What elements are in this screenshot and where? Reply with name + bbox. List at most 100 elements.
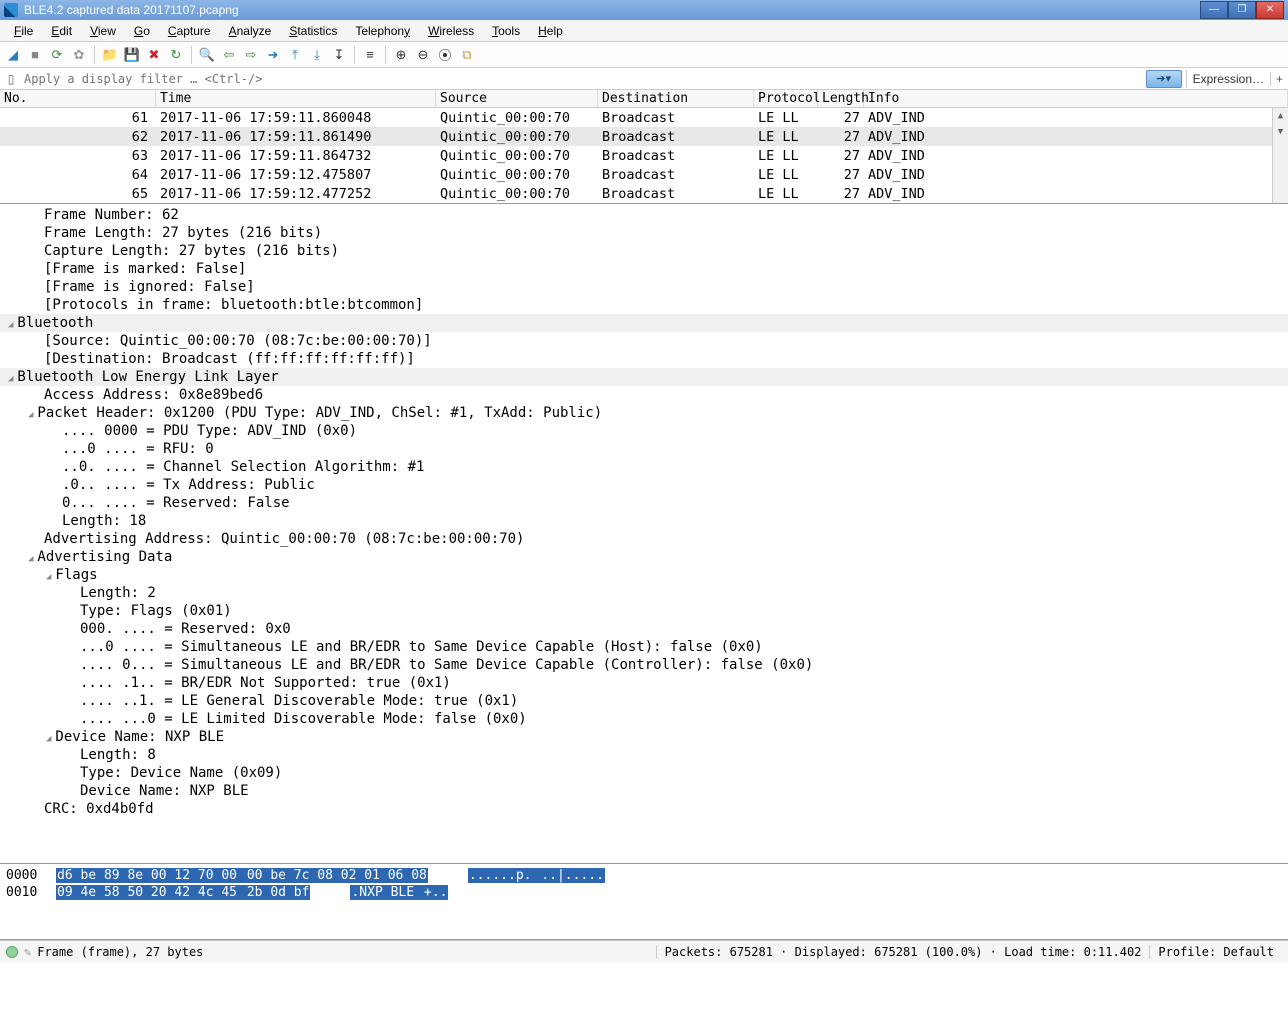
- detail-line[interactable]: .... 0... = Simultaneous LE and BR/EDR t…: [0, 656, 1288, 674]
- bookmark-icon[interactable]: ▯: [2, 70, 20, 88]
- packet-row[interactable]: 612017-11-06 17:59:11.860048Quintic_00:0…: [0, 108, 1288, 127]
- hex-row[interactable]: 0010 09 4e 58 50 20 42 4c 45 2b 0d bf .N…: [6, 885, 1282, 902]
- detail-line[interactable]: Length: 18: [0, 512, 1288, 530]
- detail-line[interactable]: [Destination: Broadcast (ff:ff:ff:ff:ff:…: [0, 350, 1288, 368]
- hex-bytes[interactable]: 2b 0d bf: [246, 885, 311, 900]
- scrollbar[interactable]: ▲ ▼: [1272, 108, 1288, 203]
- minimize-button[interactable]: —: [1200, 1, 1228, 19]
- detail-line[interactable]: .... ...0 = LE Limited Discoverable Mode…: [0, 710, 1288, 728]
- close-file-icon[interactable]: ✖: [145, 46, 163, 64]
- menu-analyze[interactable]: Analyze: [221, 22, 280, 40]
- col-destination[interactable]: Destination: [598, 90, 754, 107]
- menu-view[interactable]: View: [82, 22, 124, 40]
- detail-line[interactable]: Capture Length: 27 bytes (216 bits): [0, 242, 1288, 260]
- jump-icon[interactable]: ➜: [264, 46, 282, 64]
- detail-line[interactable]: Length: 8: [0, 746, 1288, 764]
- packet-details[interactable]: Frame Number: 62 Frame Length: 27 bytes …: [0, 204, 1288, 864]
- detail-line[interactable]: Access Address: 0x8e89bed6: [0, 386, 1288, 404]
- status-profile[interactable]: Profile: Default: [1149, 945, 1282, 959]
- hex-pane[interactable]: 0000 d6 be 89 8e 00 12 70 00 00 be 7c 08…: [0, 864, 1288, 940]
- menu-wireless[interactable]: Wireless: [420, 22, 482, 40]
- expand-icon[interactable]: [28, 405, 37, 421]
- zoom-in-icon[interactable]: ⊕: [392, 46, 410, 64]
- detail-line[interactable]: .... 0000 = PDU Type: ADV_IND (0x0): [0, 422, 1288, 440]
- expand-icon[interactable]: [8, 315, 17, 331]
- colorize-icon[interactable]: ≡: [361, 46, 379, 64]
- menu-file[interactable]: File: [6, 22, 41, 40]
- find-icon[interactable]: 🔍: [198, 46, 216, 64]
- apply-filter-button[interactable]: ➔▾: [1146, 70, 1182, 88]
- detail-line[interactable]: Advertising Data: [0, 548, 1288, 566]
- edit-icon[interactable]: ✎: [24, 945, 31, 959]
- scroll-up-icon[interactable]: ▲: [1273, 108, 1288, 124]
- detail-line[interactable]: [Frame is ignored: False]: [0, 278, 1288, 296]
- detail-line[interactable]: Flags: [0, 566, 1288, 584]
- detail-line[interactable]: .0.. .... = Tx Address: Public: [0, 476, 1288, 494]
- packet-row[interactable]: 642017-11-06 17:59:12.475807Quintic_00:0…: [0, 165, 1288, 184]
- stop-capture-icon[interactable]: ■: [26, 46, 44, 64]
- reload-icon[interactable]: ↻: [167, 46, 185, 64]
- hex-ascii[interactable]: ......p.: [468, 868, 540, 883]
- auto-scroll-icon[interactable]: ↧: [330, 46, 348, 64]
- expand-icon[interactable]: [46, 729, 55, 745]
- menu-edit[interactable]: Edit: [43, 22, 80, 40]
- next-icon[interactable]: ⇨: [242, 46, 260, 64]
- menu-telephony[interactable]: Telephony: [347, 22, 418, 40]
- detail-section[interactable]: Bluetooth Low Energy Link Layer: [0, 368, 1288, 386]
- zoom-out-icon[interactable]: ⊖: [414, 46, 432, 64]
- resize-columns-icon[interactable]: ⧉: [458, 46, 476, 64]
- packet-row[interactable]: 622017-11-06 17:59:11.861490Quintic_00:0…: [0, 127, 1288, 146]
- detail-line[interactable]: ...0 .... = RFU: 0: [0, 440, 1288, 458]
- start-capture-icon[interactable]: ◢: [4, 46, 22, 64]
- detail-line[interactable]: Packet Header: 0x1200 (PDU Type: ADV_IND…: [0, 404, 1288, 422]
- menu-go[interactable]: Go: [126, 22, 158, 40]
- detail-line[interactable]: Device Name: NXP BLE: [0, 782, 1288, 800]
- detail-line[interactable]: [Source: Quintic_00:00:70 (08:7c:be:00:0…: [0, 332, 1288, 350]
- menu-help[interactable]: Help: [530, 22, 571, 40]
- hex-bytes[interactable]: 00 be 7c 08 02 01 06 08: [246, 868, 428, 883]
- maximize-button[interactable]: ❐: [1228, 1, 1256, 19]
- close-button[interactable]: ✕: [1256, 1, 1284, 19]
- detail-line[interactable]: [Protocols in frame: bluetooth:btle:btco…: [0, 296, 1288, 314]
- hex-ascii[interactable]: +..: [423, 885, 448, 900]
- save-icon[interactable]: 💾: [123, 46, 141, 64]
- detail-line[interactable]: .... ..1. = LE General Discoverable Mode…: [0, 692, 1288, 710]
- detail-line[interactable]: Device Name: NXP BLE: [0, 728, 1288, 746]
- restart-capture-icon[interactable]: ⟳: [48, 46, 66, 64]
- display-filter-input[interactable]: [20, 70, 1146, 88]
- col-info[interactable]: Info: [864, 90, 1288, 107]
- detail-line[interactable]: Frame Length: 27 bytes (216 bits): [0, 224, 1288, 242]
- hex-ascii[interactable]: .NXP BLE: [350, 885, 422, 900]
- detail-line[interactable]: Type: Device Name (0x09): [0, 764, 1288, 782]
- detail-line[interactable]: ..0. .... = Channel Selection Algorithm:…: [0, 458, 1288, 476]
- expert-info-icon[interactable]: [6, 946, 18, 958]
- menu-capture[interactable]: Capture: [160, 22, 219, 40]
- expand-icon[interactable]: [46, 567, 55, 583]
- menu-tools[interactable]: Tools: [484, 22, 528, 40]
- detail-line[interactable]: Advertising Address: Quintic_00:00:70 (0…: [0, 530, 1288, 548]
- goto-first-icon[interactable]: ⤒: [286, 46, 304, 64]
- open-icon[interactable]: 📁: [101, 46, 119, 64]
- expand-icon[interactable]: [28, 549, 37, 565]
- col-protocol[interactable]: Protocol: [754, 90, 818, 107]
- detail-line[interactable]: 0... .... = Reserved: False: [0, 494, 1288, 512]
- add-filter-button[interactable]: +: [1270, 72, 1288, 86]
- detail-line[interactable]: .... .1.. = BR/EDR Not Supported: true (…: [0, 674, 1288, 692]
- packet-row[interactable]: 632017-11-06 17:59:11.864732Quintic_00:0…: [0, 146, 1288, 165]
- col-no[interactable]: No.: [0, 90, 156, 107]
- goto-last-icon[interactable]: ⤓: [308, 46, 326, 64]
- detail-line[interactable]: 000. .... = Reserved: 0x0: [0, 620, 1288, 638]
- prev-icon[interactable]: ⇦: [220, 46, 238, 64]
- detail-line[interactable]: Frame Number: 62: [0, 206, 1288, 224]
- expression-button[interactable]: Expression…: [1186, 70, 1270, 88]
- hex-bytes[interactable]: d6 be 89 8e 00 12 70 00: [56, 868, 246, 883]
- detail-line[interactable]: ...0 .... = Simultaneous LE and BR/EDR t…: [0, 638, 1288, 656]
- menu-statistics[interactable]: Statistics: [281, 22, 345, 40]
- hex-bytes[interactable]: 09 4e 58 50 20 42 4c 45: [56, 885, 246, 900]
- scroll-down-icon[interactable]: ▼: [1273, 124, 1288, 140]
- col-source[interactable]: Source: [436, 90, 598, 107]
- detail-line[interactable]: Length: 2: [0, 584, 1288, 602]
- expand-icon[interactable]: [8, 369, 17, 385]
- packet-row[interactable]: 652017-11-06 17:59:12.477252Quintic_00:0…: [0, 184, 1288, 203]
- hex-row[interactable]: 0000 d6 be 89 8e 00 12 70 00 00 be 7c 08…: [6, 868, 1282, 885]
